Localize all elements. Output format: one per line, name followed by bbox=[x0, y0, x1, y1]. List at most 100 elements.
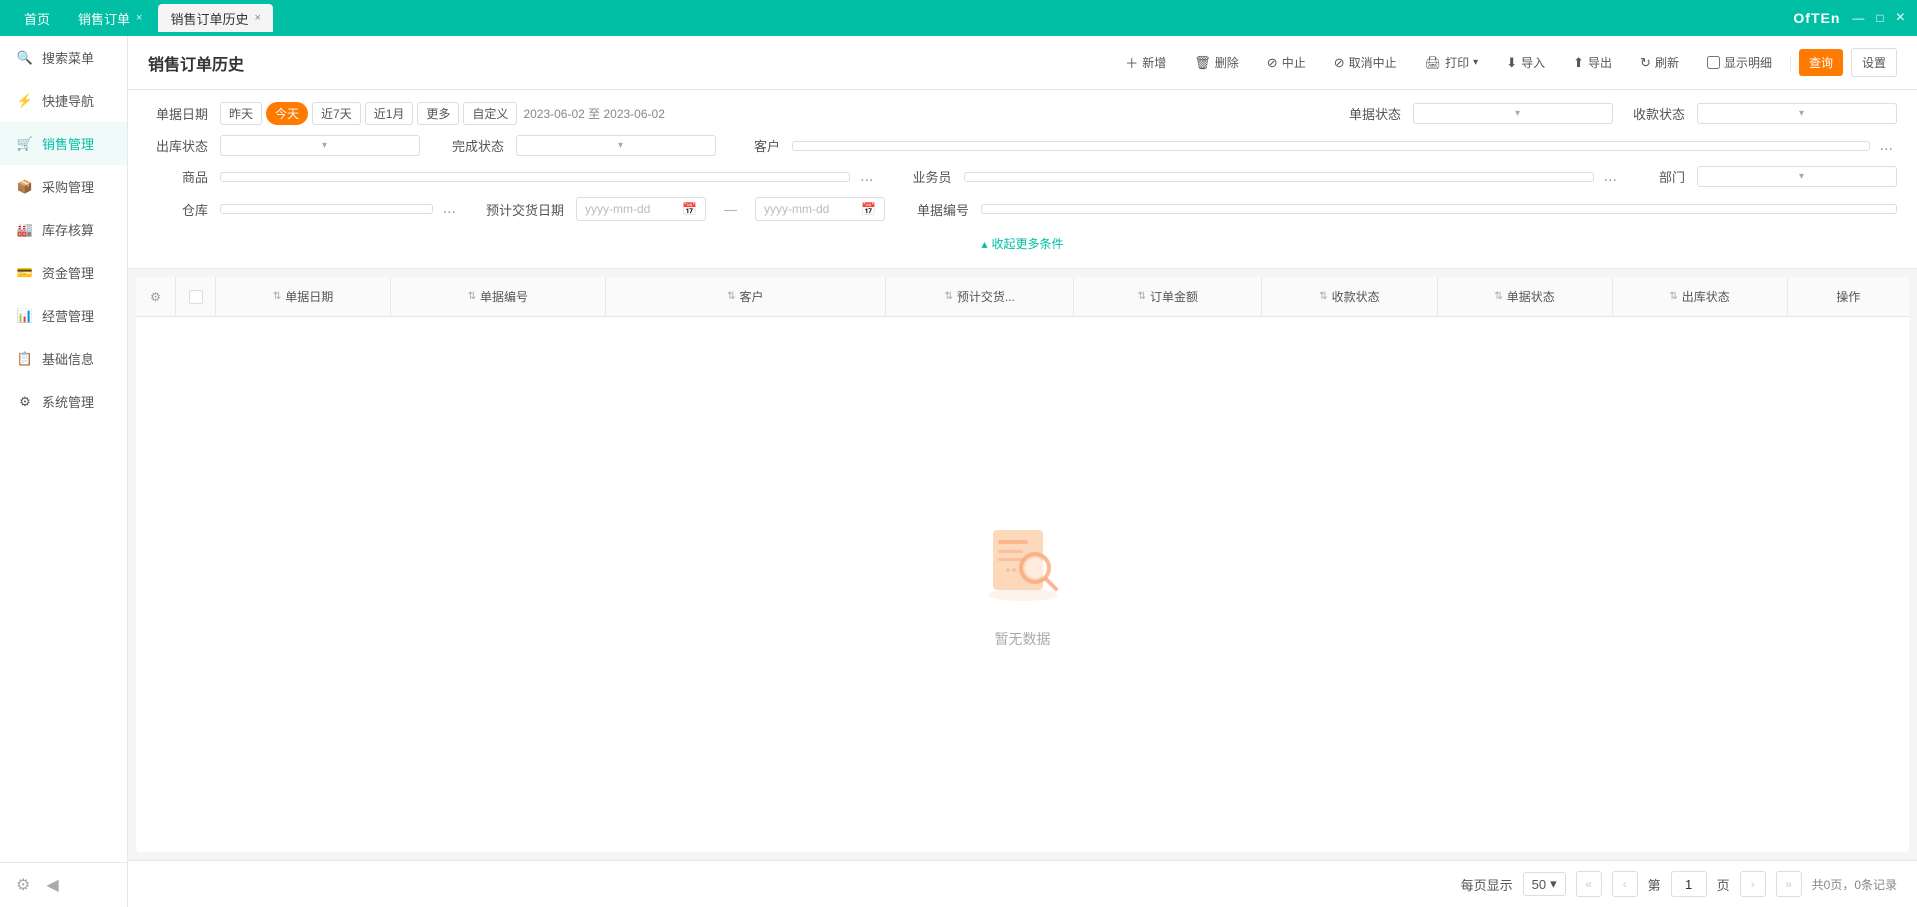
add-button[interactable]: ＋ 新增 bbox=[1115, 48, 1176, 77]
table-header: ⚙ ⇅ 单据日期 ⇅ 单据编号 ⇅ 客户 ⇅ bbox=[136, 277, 1909, 317]
prev-page-btn[interactable]: ‹ bbox=[1612, 871, 1638, 897]
collapse-more-btn[interactable]: ▴ 收起更多条件 bbox=[148, 231, 1897, 256]
date-btn-7days[interactable]: 近7天 bbox=[312, 102, 361, 125]
sidebar-item-search-menu[interactable]: 🔍 搜索菜单 bbox=[0, 36, 127, 79]
pay-status-select[interactable]: ▾ bbox=[1697, 103, 1897, 124]
date-btn-more[interactable]: 更多 bbox=[417, 102, 459, 125]
sidebar-item-purchase[interactable]: 📦 采购管理 bbox=[0, 165, 127, 208]
top-bar-right: OfTEn — □ × bbox=[1793, 9, 1905, 27]
delete-button[interactable]: 🗑 删除 bbox=[1184, 49, 1249, 76]
show-detail-input[interactable] bbox=[1707, 56, 1720, 69]
toolbar: ＋ 新增 🗑 删除 ⊘ 中止 ⊘ 取消中止 🖨 打印 bbox=[1115, 48, 1897, 77]
show-detail-checkbox[interactable]: 显示明细 bbox=[1697, 49, 1782, 76]
settings-button[interactable]: 设置 bbox=[1851, 48, 1897, 77]
customer-input[interactable] bbox=[792, 141, 1870, 151]
brand-text: OfTEn bbox=[1793, 10, 1840, 26]
salesperson-dots[interactable]: ... bbox=[1600, 168, 1621, 186]
window-minimize[interactable]: — bbox=[1852, 11, 1864, 25]
sidebar-item-system[interactable]: ⚙ 系统管理 bbox=[0, 380, 127, 423]
window-maximize[interactable]: □ bbox=[1876, 11, 1883, 25]
th-no-sort-icon: ⇅ bbox=[468, 291, 476, 302]
department-select[interactable]: ▾ bbox=[1697, 166, 1897, 187]
date-range-text: 2023-06-02 至 2023-06-02 bbox=[523, 105, 664, 122]
delivery-date-start[interactable]: yyyy-mm-dd 📅 bbox=[576, 197, 706, 221]
warehouse-dots[interactable]: ... bbox=[439, 200, 460, 218]
sidebar-item-quick-nav[interactable]: ⚡ 快捷导航 bbox=[0, 79, 127, 122]
th-pay-status: ⇅ 收款状态 bbox=[1262, 277, 1437, 316]
th-pay-status-label: 收款状态 bbox=[1332, 288, 1380, 305]
settings-label: 设置 bbox=[1862, 54, 1886, 71]
print-button[interactable]: 🖨 打印 ▾ bbox=[1415, 49, 1489, 76]
print-label: 打印 bbox=[1445, 54, 1469, 71]
filter-row-4: 仓库 ... 预计交货日期 yyyy-mm-dd 📅 — yyyy-mm-dd … bbox=[148, 197, 1897, 221]
warehouse-input[interactable] bbox=[220, 204, 433, 214]
date-btn-1month[interactable]: 近1月 bbox=[365, 102, 414, 125]
th-checkbox[interactable] bbox=[176, 277, 216, 316]
page-size-select[interactable]: 50 ▾ bbox=[1523, 872, 1566, 896]
goods-dots[interactable]: ... bbox=[856, 168, 877, 186]
goods-input[interactable] bbox=[220, 172, 850, 182]
bill-status-select[interactable]: ▾ bbox=[1413, 103, 1613, 124]
page-size-arrow-icon: ▾ bbox=[1550, 876, 1557, 892]
sidebar-item-sales[interactable]: 🛒 销售管理 bbox=[0, 122, 127, 165]
cancel-stop-icon: ⊘ bbox=[1334, 55, 1345, 71]
complete-status-select[interactable]: ▾ bbox=[516, 135, 716, 156]
tab-home[interactable]: 首页 bbox=[12, 4, 62, 32]
tab-sales-history[interactable]: 销售订单历史 × bbox=[158, 4, 272, 32]
sidebar-collapse-icon[interactable]: ◀ bbox=[46, 875, 58, 895]
tab-sales-order-close[interactable]: × bbox=[136, 12, 142, 24]
tab-sales-order[interactable]: 销售订单 × bbox=[66, 4, 154, 32]
bill-status-arrow-icon: ▾ bbox=[1515, 108, 1604, 119]
out-status-select[interactable]: ▾ bbox=[220, 135, 420, 156]
pay-status-label: 收款状态 bbox=[1625, 104, 1685, 123]
sidebar-item-operations[interactable]: 📊 经营管理 bbox=[0, 294, 127, 337]
chevron-up-icon: ▴ bbox=[981, 237, 987, 251]
stop-button[interactable]: ⊘ 中止 bbox=[1257, 49, 1316, 76]
cart-icon: 🛒 bbox=[16, 135, 34, 153]
tab-sales-history-close[interactable]: × bbox=[254, 12, 260, 24]
first-page-btn[interactable]: « bbox=[1576, 871, 1602, 897]
th-amount: ⇅ 订单金额 bbox=[1074, 277, 1262, 316]
sidebar-item-basic-info[interactable]: 📋 基础信息 bbox=[0, 337, 127, 380]
last-page-btn[interactable]: » bbox=[1776, 871, 1802, 897]
sidebar-item-finance[interactable]: 💳 资金管理 bbox=[0, 251, 127, 294]
date-btn-yesterday[interactable]: 昨天 bbox=[220, 102, 262, 125]
sidebar-item-inventory[interactable]: 🏭 库存核算 bbox=[0, 208, 127, 251]
th-no-label: 单据编号 bbox=[480, 288, 528, 305]
table-settings-icon[interactable]: ⚙ bbox=[150, 290, 161, 304]
content-area: 销售订单历史 ＋ 新增 🗑 删除 ⊘ 中止 ⊘ 取消中止 bbox=[128, 36, 1917, 907]
sidebar-gear-icon[interactable]: ⚙ bbox=[16, 875, 30, 895]
th-customer-label: 客户 bbox=[740, 288, 764, 305]
grid-icon: 📋 bbox=[16, 350, 34, 368]
next-page-btn[interactable]: › bbox=[1740, 871, 1766, 897]
customer-field: ... bbox=[792, 137, 1897, 155]
goods-field: ... bbox=[220, 168, 878, 186]
empty-icon-container bbox=[973, 520, 1073, 613]
sidebar-item-label: 资金管理 bbox=[42, 263, 94, 282]
date-btn-custom[interactable]: 自定义 bbox=[463, 102, 517, 125]
query-button[interactable]: 查询 bbox=[1799, 49, 1843, 76]
export-icon: ⬆ bbox=[1573, 55, 1584, 71]
cancel-stop-button[interactable]: ⊘ 取消中止 bbox=[1324, 49, 1407, 76]
page-number-input[interactable] bbox=[1671, 871, 1707, 897]
window-close[interactable]: × bbox=[1896, 9, 1905, 27]
salesperson-label: 业务员 bbox=[902, 167, 952, 186]
th-bill-status-label: 单据状态 bbox=[1507, 288, 1555, 305]
filter-row-1: 单据日期 昨天 今天 近7天 近1月 更多 自定义 2023-06-02 至 2… bbox=[148, 102, 1897, 125]
refresh-button[interactable]: ↻ 刷新 bbox=[1630, 49, 1689, 76]
export-label: 导出 bbox=[1588, 54, 1612, 71]
date-btn-today[interactable]: 今天 bbox=[266, 102, 308, 125]
salesperson-input[interactable] bbox=[964, 172, 1594, 182]
select-all-checkbox[interactable] bbox=[189, 290, 203, 304]
th-delivery-sort-icon: ⇅ bbox=[944, 291, 952, 302]
import-button[interactable]: ⬇ 导入 bbox=[1496, 49, 1555, 76]
th-bill-status: ⇅ 单据状态 bbox=[1438, 277, 1613, 316]
add-icon: ＋ bbox=[1125, 53, 1138, 72]
th-settings[interactable]: ⚙ bbox=[136, 277, 176, 316]
customer-dots[interactable]: ... bbox=[1876, 137, 1897, 155]
import-icon: ⬇ bbox=[1506, 55, 1517, 71]
table-area: ⚙ ⇅ 单据日期 ⇅ 单据编号 ⇅ 客户 ⇅ bbox=[136, 277, 1909, 852]
export-button[interactable]: ⬆ 导出 bbox=[1563, 49, 1622, 76]
bill-no-input[interactable] bbox=[981, 204, 1897, 214]
delivery-date-end[interactable]: yyyy-mm-dd 📅 bbox=[755, 197, 885, 221]
